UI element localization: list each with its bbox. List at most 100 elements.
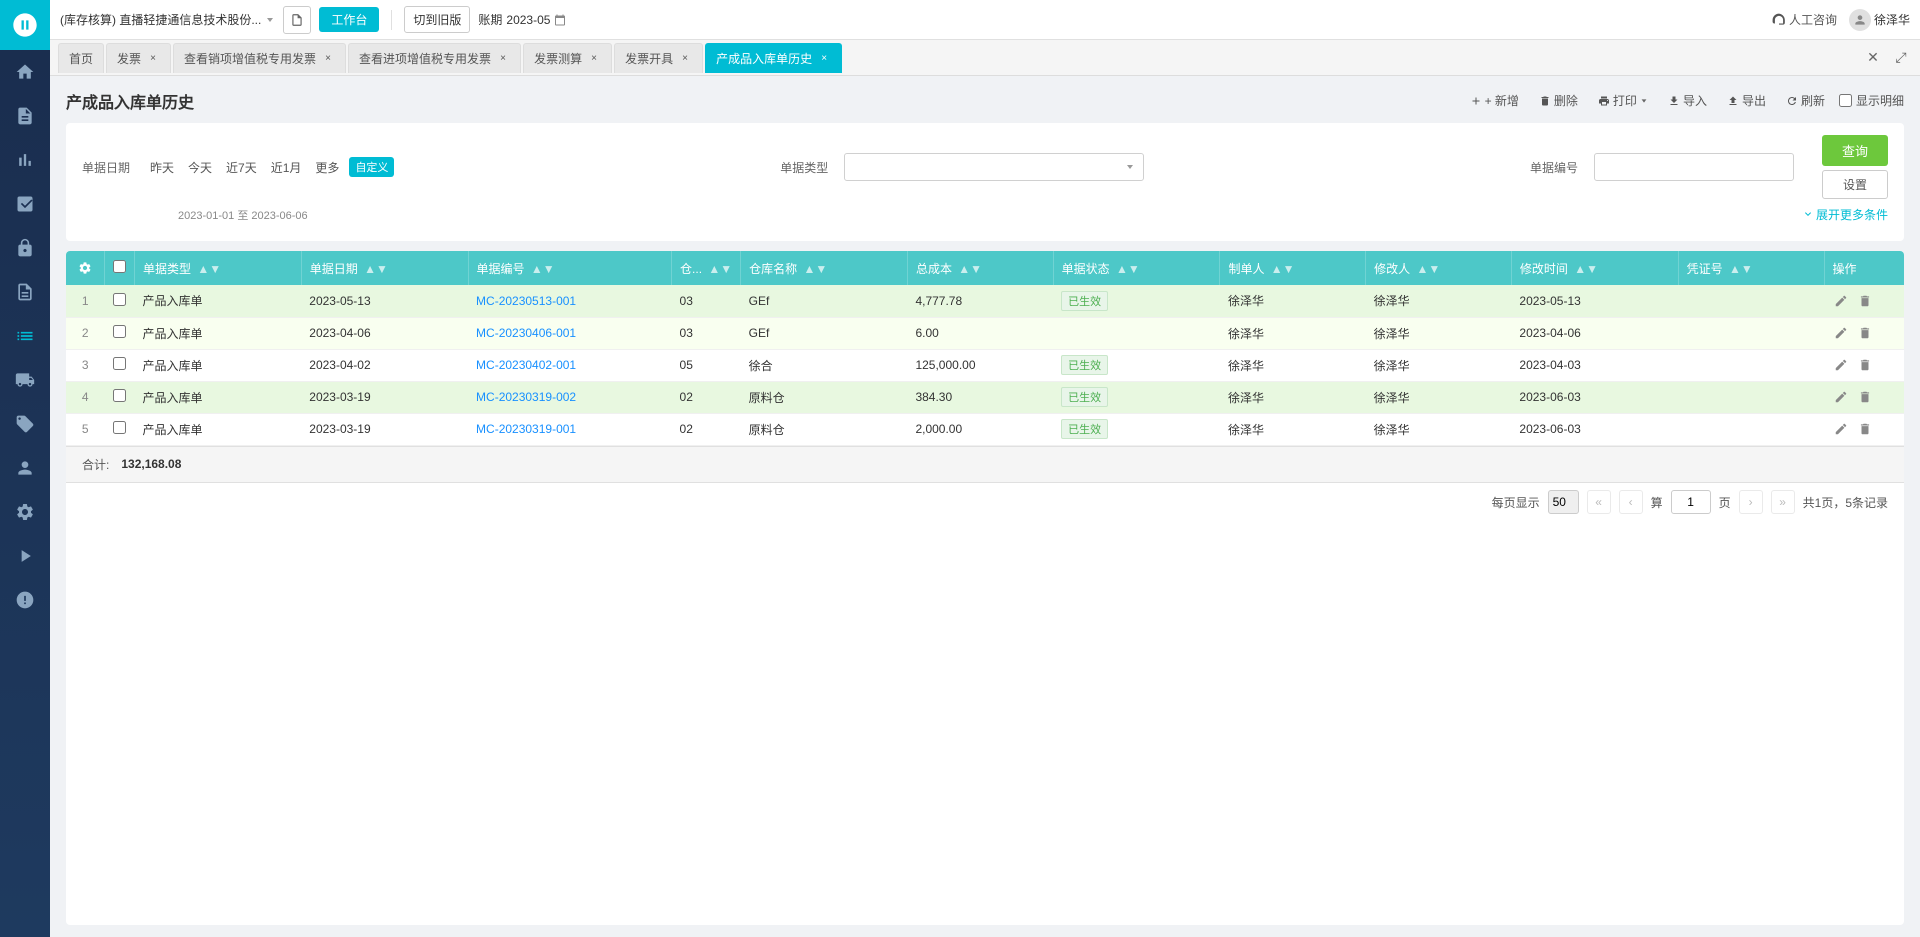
tab-purchase-invoice-close[interactable]: × — [496, 51, 510, 65]
tab-invoice-close[interactable]: × — [146, 51, 160, 65]
tab-home[interactable]: 首页 — [58, 43, 104, 73]
date-opt-7days[interactable]: 近7天 — [222, 157, 261, 178]
row-edit-icon[interactable] — [1832, 324, 1850, 342]
tab-invoice-calc-close[interactable]: × — [587, 51, 601, 65]
sort-date-icon[interactable]: ▲▼ — [364, 262, 388, 276]
row-warehouse-code: 03 — [672, 285, 741, 317]
row-delete-icon[interactable] — [1856, 324, 1874, 342]
import-icon — [1668, 95, 1680, 107]
tab-product-instock[interactable]: 产成品入库单历史 × — [705, 43, 842, 73]
list-icon — [15, 326, 35, 346]
sort-wname-icon[interactable]: ▲▼ — [804, 262, 828, 276]
workbench-button[interactable]: 工作台 — [319, 7, 379, 32]
date-opt-today[interactable]: 今天 — [184, 157, 216, 178]
row-delete-icon[interactable] — [1856, 356, 1874, 374]
row-checkbox[interactable] — [113, 325, 126, 338]
sidebar-item-warehouse[interactable] — [0, 358, 50, 402]
new-button[interactable]: + 新增 — [1464, 88, 1525, 113]
sidebar-item-play[interactable] — [0, 534, 50, 578]
sort-cost-icon[interactable]: ▲▼ — [958, 262, 982, 276]
select-all-checkbox[interactable] — [113, 260, 126, 273]
sort-modtime-icon[interactable]: ▲▼ — [1574, 262, 1598, 276]
import-button[interactable]: 导入 — [1662, 88, 1713, 113]
page-info: 共1页，5条记录 — [1803, 494, 1888, 511]
tab-close-all[interactable]: ✕ — [1862, 47, 1884, 69]
prev-page-button[interactable]: ‹ — [1619, 490, 1643, 514]
sort-wcode-icon[interactable]: ▲▼ — [708, 262, 732, 276]
sort-type-icon[interactable]: ▲▼ — [197, 262, 221, 276]
row-number-link[interactable]: MC-20230319-001 — [476, 422, 576, 436]
doc-button[interactable] — [283, 6, 311, 34]
last-page-button[interactable]: » — [1771, 490, 1795, 514]
type-filter-label: 单据类型 — [780, 159, 828, 176]
sort-voucher-icon[interactable]: ▲▼ — [1729, 262, 1753, 276]
row-checkbox[interactable] — [113, 421, 126, 434]
help-button[interactable]: 人工咨询 — [1772, 11, 1837, 28]
row-edit-icon[interactable] — [1832, 388, 1850, 406]
refresh-button[interactable]: 刷新 — [1780, 88, 1831, 113]
sidebar-item-home[interactable] — [0, 50, 50, 94]
tab-sales-invoice-close[interactable]: × — [321, 51, 335, 65]
row-edit-icon[interactable] — [1832, 420, 1850, 438]
row-status: 已生效 — [1053, 285, 1220, 317]
tab-invoice-open-close[interactable]: × — [678, 51, 692, 65]
sort-number-icon[interactable]: ▲▼ — [531, 262, 555, 276]
tab-invoice-open[interactable]: 发票开具 × — [614, 43, 703, 73]
sidebar-item-version[interactable] — [0, 578, 50, 622]
tab-maximize[interactable]: ⤢ — [1890, 47, 1912, 69]
print-button[interactable]: 打印 — [1592, 88, 1654, 113]
sort-status-icon[interactable]: ▲▼ — [1116, 262, 1140, 276]
next-page-button[interactable]: › — [1739, 490, 1763, 514]
row-delete-icon[interactable] — [1856, 388, 1874, 406]
date-opt-custom[interactable]: 自定义 — [349, 157, 394, 177]
page-size-select[interactable]: 50 20 100 — [1548, 490, 1579, 514]
app-logo[interactable] — [0, 0, 50, 50]
switch-button[interactable]: 切到旧版 — [404, 6, 470, 33]
sidebar-item-user[interactable] — [0, 446, 50, 490]
tab-product-instock-close[interactable]: × — [817, 51, 831, 65]
user-button[interactable]: 徐泽华 — [1849, 9, 1910, 31]
row-checkbox[interactable] — [113, 293, 126, 306]
delete-button[interactable]: 删除 — [1533, 88, 1584, 113]
first-page-button[interactable]: « — [1587, 490, 1611, 514]
row-number-link[interactable]: MC-20230513-001 — [476, 294, 576, 308]
query-button[interactable]: 查询 — [1822, 135, 1888, 166]
show-detail-toggle[interactable]: 显示明细 — [1839, 92, 1904, 109]
sidebar-item-settings[interactable] — [0, 490, 50, 534]
row-checkbox[interactable] — [113, 389, 126, 402]
row-delete-icon[interactable] — [1856, 292, 1874, 310]
row-number-link[interactable]: MC-20230406-001 — [476, 326, 576, 340]
tab-invoice-calc[interactable]: 发票测算 × — [523, 43, 612, 73]
row-status — [1053, 317, 1220, 349]
row-edit-icon[interactable] — [1832, 292, 1850, 310]
sidebar-item-invoice[interactable] — [0, 94, 50, 138]
row-number-link[interactable]: MC-20230319-002 — [476, 390, 576, 404]
row-number-link[interactable]: MC-20230402-001 — [476, 358, 576, 372]
sidebar-item-list[interactable] — [0, 314, 50, 358]
sidebar-item-tag[interactable] — [0, 402, 50, 446]
tab-sales-invoice[interactable]: 查看销项增值税专用发票 × — [173, 43, 346, 73]
sort-creator-icon[interactable]: ▲▼ — [1271, 262, 1295, 276]
calendar-icon[interactable] — [554, 14, 566, 26]
sidebar-item-analytics[interactable] — [0, 182, 50, 226]
type-filter-select[interactable] — [844, 153, 1144, 181]
expand-filter-button[interactable]: 展开更多条件 — [1802, 206, 1888, 223]
row-checkbox[interactable] — [113, 357, 126, 370]
row-edit-icon[interactable] — [1832, 356, 1850, 374]
row-delete-icon[interactable] — [1856, 420, 1874, 438]
date-opt-1month[interactable]: 近1月 — [267, 157, 306, 178]
date-opt-yesterday[interactable]: 昨天 — [146, 157, 178, 178]
sort-modifier-icon[interactable]: ▲▼ — [1417, 262, 1441, 276]
number-filter-input[interactable] — [1594, 153, 1794, 181]
tab-purchase-invoice[interactable]: 查看进项增值税专用发票 × — [348, 43, 521, 73]
export-button[interactable]: 导出 — [1721, 88, 1772, 113]
sidebar-item-document[interactable] — [0, 270, 50, 314]
date-opt-more[interactable]: 更多 — [311, 157, 343, 178]
sidebar-item-chart[interactable] — [0, 138, 50, 182]
page-number-input[interactable] — [1671, 490, 1711, 514]
show-detail-checkbox[interactable] — [1839, 94, 1852, 107]
tab-invoice[interactable]: 发票 × — [106, 43, 171, 73]
column-settings-icon[interactable] — [74, 257, 96, 279]
sidebar-item-lock[interactable] — [0, 226, 50, 270]
set-button[interactable]: 设置 — [1822, 170, 1888, 199]
